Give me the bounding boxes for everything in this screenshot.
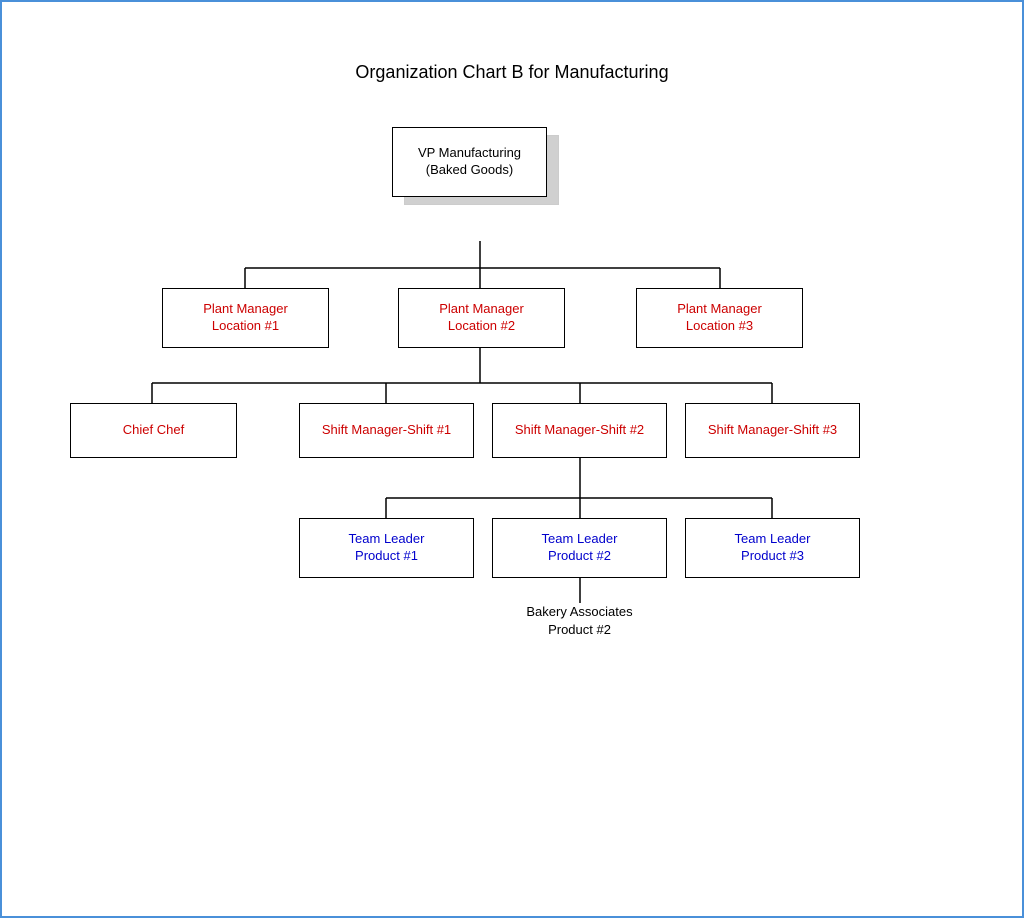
pm3-label: Plant Manager Location #3 [677, 301, 762, 335]
tl2-label: Team Leader Product #2 [542, 531, 618, 565]
cc-box: Chief Chef [70, 403, 237, 458]
chart-container: VP Manufacturing (Baked Goods) Plant Man… [2, 113, 1022, 911]
tl1-label: Team Leader Product #1 [349, 531, 425, 565]
chart-title: Organization Chart B for Manufacturing [2, 2, 1022, 113]
pm2-label: Plant Manager Location #2 [439, 301, 524, 335]
tl3-box: Team Leader Product #3 [685, 518, 860, 578]
pm1-box: Plant Manager Location #1 [162, 288, 329, 348]
pm1-label: Plant Manager Location #1 [203, 301, 288, 335]
sm2-label: Shift Manager-Shift #2 [515, 422, 644, 439]
pm2-box: Plant Manager Location #2 [398, 288, 565, 348]
sm1-box: Shift Manager-Shift #1 [299, 403, 474, 458]
page: Organization Chart B for Manufacturing [0, 0, 1024, 918]
sm3-label: Shift Manager-Shift #3 [708, 422, 837, 439]
tl2-box: Team Leader Product #2 [492, 518, 667, 578]
sm3-box: Shift Manager-Shift #3 [685, 403, 860, 458]
sm2-box: Shift Manager-Shift #2 [492, 403, 667, 458]
cc-label: Chief Chef [123, 422, 184, 439]
tl3-label: Team Leader Product #3 [735, 531, 811, 565]
tl1-box: Team Leader Product #1 [299, 518, 474, 578]
sm1-label: Shift Manager-Shift #1 [322, 422, 451, 439]
vp-box: VP Manufacturing (Baked Goods) [392, 127, 547, 197]
ba-label: Bakery AssociatesProduct #2 [492, 603, 667, 639]
vp-label: VP Manufacturing (Baked Goods) [418, 145, 521, 179]
pm3-box: Plant Manager Location #3 [636, 288, 803, 348]
connector-lines [2, 113, 1022, 911]
